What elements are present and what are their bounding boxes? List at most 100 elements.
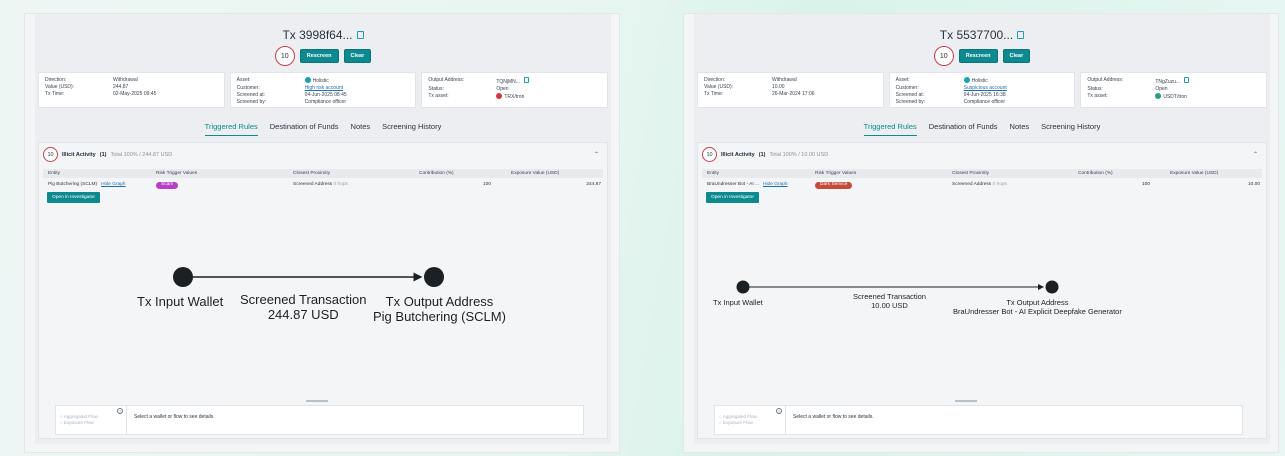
clear-button[interactable]: Clear	[343, 49, 372, 63]
triggered-rules-content: 10 Illicit Activity (1) Total 100% / 10.…	[697, 142, 1267, 439]
table-row: BraUndresser Bot - AI ... Hide Graph Dark…	[702, 180, 1262, 189]
col-contribution: Contribution (%)	[1078, 171, 1113, 176]
tab-destination-of-funds[interactable]: Destination of Funds	[270, 122, 339, 136]
input-wallet-node[interactable]	[173, 267, 193, 287]
output-address-label-block: Tx Output Address BraUndresser Bot - AI …	[953, 298, 1122, 316]
entity-name: Pig Butchering (SCLM)	[48, 182, 98, 187]
customer-label: Customer:	[236, 85, 260, 91]
holistic-icon	[963, 77, 970, 83]
tx-title: Tx 3998f64...	[35, 28, 611, 42]
panel-inner: Tx 5537700... 10 Rescreen Clear Directio…	[694, 14, 1270, 444]
tx-id: Tx 3998f64...	[282, 28, 353, 42]
status-value: Open	[496, 86, 509, 92]
contribution-value: 100	[1142, 182, 1151, 187]
col-entity: Entity	[707, 171, 719, 176]
copy-icon[interactable]	[1017, 31, 1025, 39]
hops-value: 0 hops	[992, 182, 1007, 187]
screened-tx-title: Screened Transaction	[240, 292, 367, 307]
collapse-caret-icon[interactable]: ⌃	[594, 151, 599, 158]
triggered-rules-content: 10 Illicit Activity (1) Total 100% / 244…	[38, 142, 608, 439]
output-address-value: TNgZuzu...	[1155, 79, 1181, 85]
tab-triggered-rules[interactable]: Triggered Rules	[204, 122, 258, 136]
customer-link[interactable]: High risk account	[305, 85, 343, 92]
score-row: 10 Rescreen Clear	[35, 46, 611, 66]
open-in-investigator-button[interactable]: Open in Investigator	[47, 192, 100, 203]
hide-graph-link[interactable]: Hide Graph	[101, 182, 126, 187]
copy-icon[interactable]	[356, 31, 364, 39]
collapse-caret-icon[interactable]: ⌃	[1253, 151, 1258, 158]
help-icon[interactable]: ?	[117, 408, 123, 414]
exposure-flow-option[interactable]: ○ Exposure Flow	[60, 420, 122, 426]
asset-label: Asset:	[895, 77, 910, 83]
screened-tx-label: Screened Transaction 10.00 USD	[853, 292, 926, 310]
copy-icon[interactable]	[1184, 77, 1190, 83]
tx-details-box: Direction: Withdrawal Value (USD): 244.87 …	[38, 72, 225, 108]
tab-screening-history[interactable]: Screening History	[1041, 122, 1100, 136]
output-address-node[interactable]	[424, 267, 444, 287]
table-header: Entity Risk Trigger Values Closest Proxi…	[702, 169, 1262, 178]
screened-at-label: Screened at:	[236, 92, 266, 98]
resize-handle[interactable]	[955, 400, 977, 402]
tabs: Triggered Rules Destination of Funds Not…	[35, 122, 611, 136]
exposure-value: 244.87	[586, 182, 601, 187]
output-details-box: Output Address: TQNjMN... Status: Open Tx …	[421, 72, 609, 108]
tab-notes[interactable]: Notes	[1010, 122, 1030, 136]
section-risk-score: 10	[702, 147, 717, 162]
screening-panel-left: Tx 3998f64... 10 Rescreen Clear Directio…	[24, 13, 620, 453]
customer-label: Customer:	[895, 85, 919, 91]
tabs: Triggered Rules Destination of Funds Not…	[694, 122, 1270, 136]
value-value: 10.00	[772, 84, 785, 90]
output-entity-name: BraUndresser Bot - AI Explicit Deepfake …	[953, 307, 1122, 316]
exposure-flow-label: Exposure Flow	[722, 420, 753, 425]
flow-options: ○ Aggregated Flow ○ Exposure Flow ?	[715, 406, 786, 434]
section-total: Total 100% / 244.87 USD	[110, 151, 173, 158]
screened-by-label: Screened by:	[895, 99, 926, 105]
customer-link[interactable]: Suspicious account	[964, 85, 1007, 92]
hide-graph-link[interactable]: Hide Graph	[763, 182, 788, 187]
risk-trigger-badge: Scam	[156, 182, 179, 189]
section-total: Total 100% / 10.00 USD	[769, 151, 829, 158]
section-header[interactable]: 10 Illicit Activity (1) Total 100% / 244…	[43, 147, 172, 162]
info-row: Direction: Withdrawal Value (USD): 10.00 T…	[697, 72, 1268, 108]
tx-asset-label: Tx asset:	[1087, 93, 1108, 99]
tx-time-label: Tx Time:	[704, 91, 724, 97]
rescreen-button[interactable]: Rescreen	[299, 49, 339, 63]
input-wallet-node[interactable]	[736, 280, 750, 294]
screened-tx-title: Screened Transaction	[853, 292, 926, 301]
tx-asset-value: TRX/tron	[504, 94, 525, 100]
screened-at-label: Screened at:	[895, 92, 925, 98]
open-in-investigator-button[interactable]: Open in Investigator	[706, 192, 759, 203]
screened-tx-value: 10.00 USD	[871, 301, 908, 310]
clear-button[interactable]: Clear	[1002, 49, 1031, 63]
output-address-label-block: Tx Output Address Pig Butchering (SCLM)	[373, 294, 506, 324]
output-address-label: Output Address:	[428, 77, 465, 83]
direction-label: Direction:	[704, 77, 726, 83]
tab-notes[interactable]: Notes	[351, 122, 371, 136]
screened-at-value: 04-Jun-2025 08:45	[304, 92, 347, 98]
section-header[interactable]: 10 Illicit Activity (1) Total 100% / 10.…	[702, 147, 828, 162]
copy-icon[interactable]	[523, 77, 529, 83]
tx-time-label: Tx Time:	[45, 91, 65, 97]
risk-score: 10	[933, 46, 954, 66]
flow-graph: Tx Input Wallet Screened Transaction 244…	[39, 209, 607, 389]
status-value: Open	[1155, 86, 1168, 92]
screening-panel-right: Tx 5537700... 10 Rescreen Clear Directio…	[683, 13, 1279, 453]
resize-handle[interactable]	[306, 400, 328, 402]
hops-value: 0 hops	[333, 182, 348, 187]
rescreen-button[interactable]: Rescreen	[958, 49, 998, 63]
asset-value: Holistic	[312, 78, 329, 84]
output-address-node[interactable]	[1045, 280, 1059, 294]
tab-destination-of-funds[interactable]: Destination of Funds	[929, 122, 998, 136]
value-value: 244.87	[113, 84, 129, 90]
output-address-title: Tx Output Address	[1006, 298, 1069, 307]
col-risk-trigger: Risk Trigger Values	[156, 171, 198, 176]
tab-triggered-rules[interactable]: Triggered Rules	[863, 122, 917, 136]
tab-screening-history[interactable]: Screening History	[382, 122, 441, 136]
asset-value: Holistic	[971, 78, 988, 84]
exposure-flow-option[interactable]: ○ Exposure Flow	[719, 420, 781, 426]
output-address-label: Output Address:	[1087, 77, 1124, 83]
risk-trigger-badge: Dark Service	[815, 182, 853, 189]
help-icon[interactable]: ?	[776, 408, 782, 414]
col-exposure: Exposure Value (USD)	[511, 171, 560, 176]
screened-by-value: Compliance officer	[304, 99, 346, 105]
